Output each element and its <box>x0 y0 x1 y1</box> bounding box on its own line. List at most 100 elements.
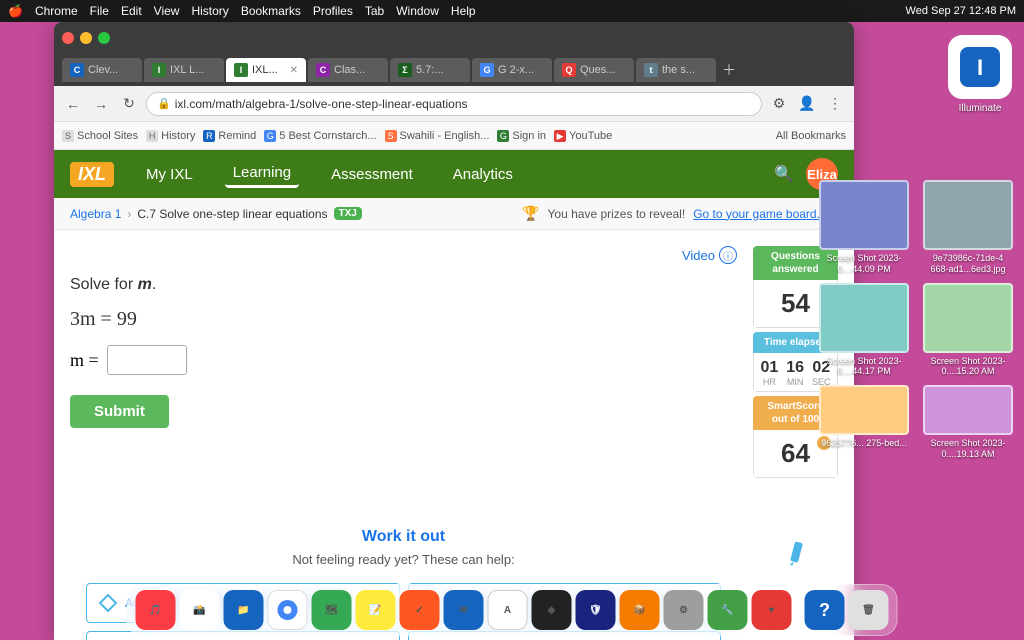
dock-chrome[interactable] <box>268 590 308 630</box>
video-link[interactable]: Video ⓘ <box>70 246 737 264</box>
dock-music[interactable]: 🎵 <box>136 590 176 630</box>
smartscore-sub: out of 100 <box>772 414 819 425</box>
new-tab-button[interactable]: ＋ <box>718 60 740 80</box>
file-menu[interactable]: File <box>90 4 109 18</box>
forward-button[interactable]: → <box>90 93 112 115</box>
screenshot-1[interactable]: Screen Shot 2023-0....44.09 PM <box>816 180 912 275</box>
tabs-bar: C Clev... I IXL L... I IXL... ✕ C Clas..… <box>54 54 854 86</box>
tab-2[interactable]: I IXL L... <box>144 58 224 82</box>
url-text: ixl.com/math/algebra-1/solve-one-step-li… <box>175 97 468 111</box>
mac-menus[interactable]: 🍎 Chrome File Edit View History Bookmark… <box>8 4 476 18</box>
view-menu[interactable]: View <box>154 4 180 18</box>
ixl-logo[interactable]: IXL <box>70 162 114 187</box>
tab-3-favicon: I <box>234 63 248 77</box>
nav-learning[interactable]: Learning <box>225 160 299 188</box>
bookmark-youtube[interactable]: ▶ YouTube <box>554 130 612 142</box>
more-button[interactable]: ⋮ <box>824 93 846 115</box>
hours-unit: 01 HR <box>760 359 778 387</box>
dock-question[interactable]: ? <box>805 590 845 630</box>
screenshot-5[interactable]: 0635776... 275-bed... <box>816 385 912 460</box>
tab-3-label: IXL... <box>252 64 278 76</box>
maximize-button[interactable] <box>98 32 110 44</box>
answer-input[interactable] <box>107 345 187 375</box>
bookmark-swahili[interactable]: S Swahili - English... <box>385 130 490 142</box>
tab-8[interactable]: t the s... <box>636 58 716 82</box>
tab-4[interactable]: C Clas... <box>308 58 388 82</box>
tab-1[interactable]: C Clev... <box>62 58 142 82</box>
bookmark-cornstarch[interactable]: G 5 Best Cornstarch... <box>264 130 376 142</box>
reload-button[interactable]: ↻ <box>118 93 140 115</box>
nav-assessment[interactable]: Assessment <box>323 162 421 187</box>
history-menu[interactable]: History <box>191 4 228 18</box>
tab-6[interactable]: G G 2-x... <box>472 58 552 82</box>
chrome-menu[interactable]: Chrome <box>35 4 78 18</box>
dock-notes[interactable]: 📝 <box>356 590 396 630</box>
bookmarks-menu[interactable]: Bookmarks <box>241 4 301 18</box>
dock-app4[interactable]: 📦 <box>620 590 660 630</box>
bookmark-history[interactable]: H History <box>146 130 195 142</box>
dock-app1[interactable]: A <box>488 590 528 630</box>
tab-1-label: Clev... <box>88 64 118 76</box>
hours-value: 01 <box>760 359 778 377</box>
school-sites-icon: S <box>62 130 74 142</box>
extensions-button[interactable]: ⚙ <box>768 93 790 115</box>
bookmarks-bar: S School Sites H History R Remind G 5 Be… <box>54 122 854 150</box>
dock-photos[interactable]: 📸 <box>180 590 220 630</box>
nav-bar: ← → ↻ 🔒 ixl.com/math/algebra-1/solve-one… <box>54 86 854 122</box>
dock-app6[interactable]: ♥ <box>752 590 792 630</box>
screenshot-6[interactable]: Screen Shot 2023-0....19.13 AM <box>920 385 1016 460</box>
answer-label: m = <box>70 350 99 371</box>
tab-2-favicon: I <box>152 63 166 77</box>
dock-app2[interactable]: ◆ <box>532 590 572 630</box>
close-button[interactable] <box>62 32 74 44</box>
submit-button[interactable]: Submit <box>70 395 169 428</box>
tab-menu[interactable]: Tab <box>365 4 384 18</box>
window-menu[interactable]: Window <box>396 4 439 18</box>
tab-4-favicon: C <box>316 63 330 77</box>
prize-link[interactable]: Go to your game board. <box>693 207 820 221</box>
tab-7[interactable]: Q Ques... <box>554 58 634 82</box>
minimize-button[interactable] <box>80 32 92 44</box>
tab-3-active[interactable]: I IXL... ✕ <box>226 58 306 82</box>
back-button[interactable]: ← <box>62 93 84 115</box>
breadcrumb-parent[interactable]: Algebra 1 <box>70 207 121 221</box>
dock-settings[interactable]: ⚙ <box>664 590 704 630</box>
dock-trash[interactable]: 🗑 <box>849 590 889 630</box>
dock-app3[interactable]: 🛡 <box>576 590 616 630</box>
nav-my-ixl[interactable]: My IXL <box>138 162 201 187</box>
youtube-icon: ▶ <box>554 130 566 142</box>
address-bar[interactable]: 🔒 ixl.com/math/algebra-1/solve-one-step-… <box>146 92 762 116</box>
tab-3-close[interactable]: ✕ <box>290 65 298 76</box>
history-bm-icon: H <box>146 130 158 142</box>
illuminate-desktop-icon[interactable]: I Illuminate <box>948 35 1012 115</box>
bookmark-signin[interactable]: G Sign in <box>497 130 546 142</box>
screenshot-2[interactable]: 9e73986c-71de-4 668-ad1...6ed3.jpg <box>920 180 1016 275</box>
ixl-search-button[interactable]: 🔍 <box>774 164 794 184</box>
breadcrumb-separator: › <box>127 207 131 221</box>
nav-analytics[interactable]: Analytics <box>445 162 521 187</box>
minutes-unit: 16 MIN <box>786 359 804 387</box>
dock-finder[interactable]: 📁 <box>224 590 264 630</box>
bookmark-remind[interactable]: R Remind <box>203 130 256 142</box>
help-menu[interactable]: Help <box>451 4 476 18</box>
prize-text: You have prizes to reveal! <box>548 207 686 221</box>
smartscore-number: 64 <box>781 438 810 468</box>
dock-reminders[interactable]: ✓ <box>400 590 440 630</box>
dock-app5[interactable]: 🔧 <box>708 590 748 630</box>
screenshot-3[interactable]: Screen Shot 2023-0....44.17 PM <box>816 283 912 378</box>
bookmark-school-sites[interactable]: S School Sites <box>62 130 138 142</box>
all-bookmarks[interactable]: All Bookmarks <box>776 130 846 142</box>
edit-menu[interactable]: Edit <box>121 4 142 18</box>
profiles-menu[interactable]: Profiles <box>313 4 353 18</box>
video-info-icon[interactable]: ⓘ <box>719 246 737 264</box>
mac-time: Wed Sep 27 12:48 PM <box>906 5 1016 17</box>
dock-maps[interactable]: 🗺 <box>312 590 352 630</box>
tab-5[interactable]: Σ 5.7:... <box>390 58 470 82</box>
pencil-icon[interactable] <box>780 538 812 570</box>
apple-menu[interactable]: 🍎 <box>8 4 23 18</box>
profile-button[interactable]: 👤 <box>796 93 818 115</box>
tab-4-label: Clas... <box>334 64 365 76</box>
screenshot-4-thumb <box>923 283 1013 353</box>
dock-mail[interactable]: ✉ <box>444 590 484 630</box>
screenshot-4[interactable]: Screen Shot 2023-0....15.20 AM <box>920 283 1016 378</box>
